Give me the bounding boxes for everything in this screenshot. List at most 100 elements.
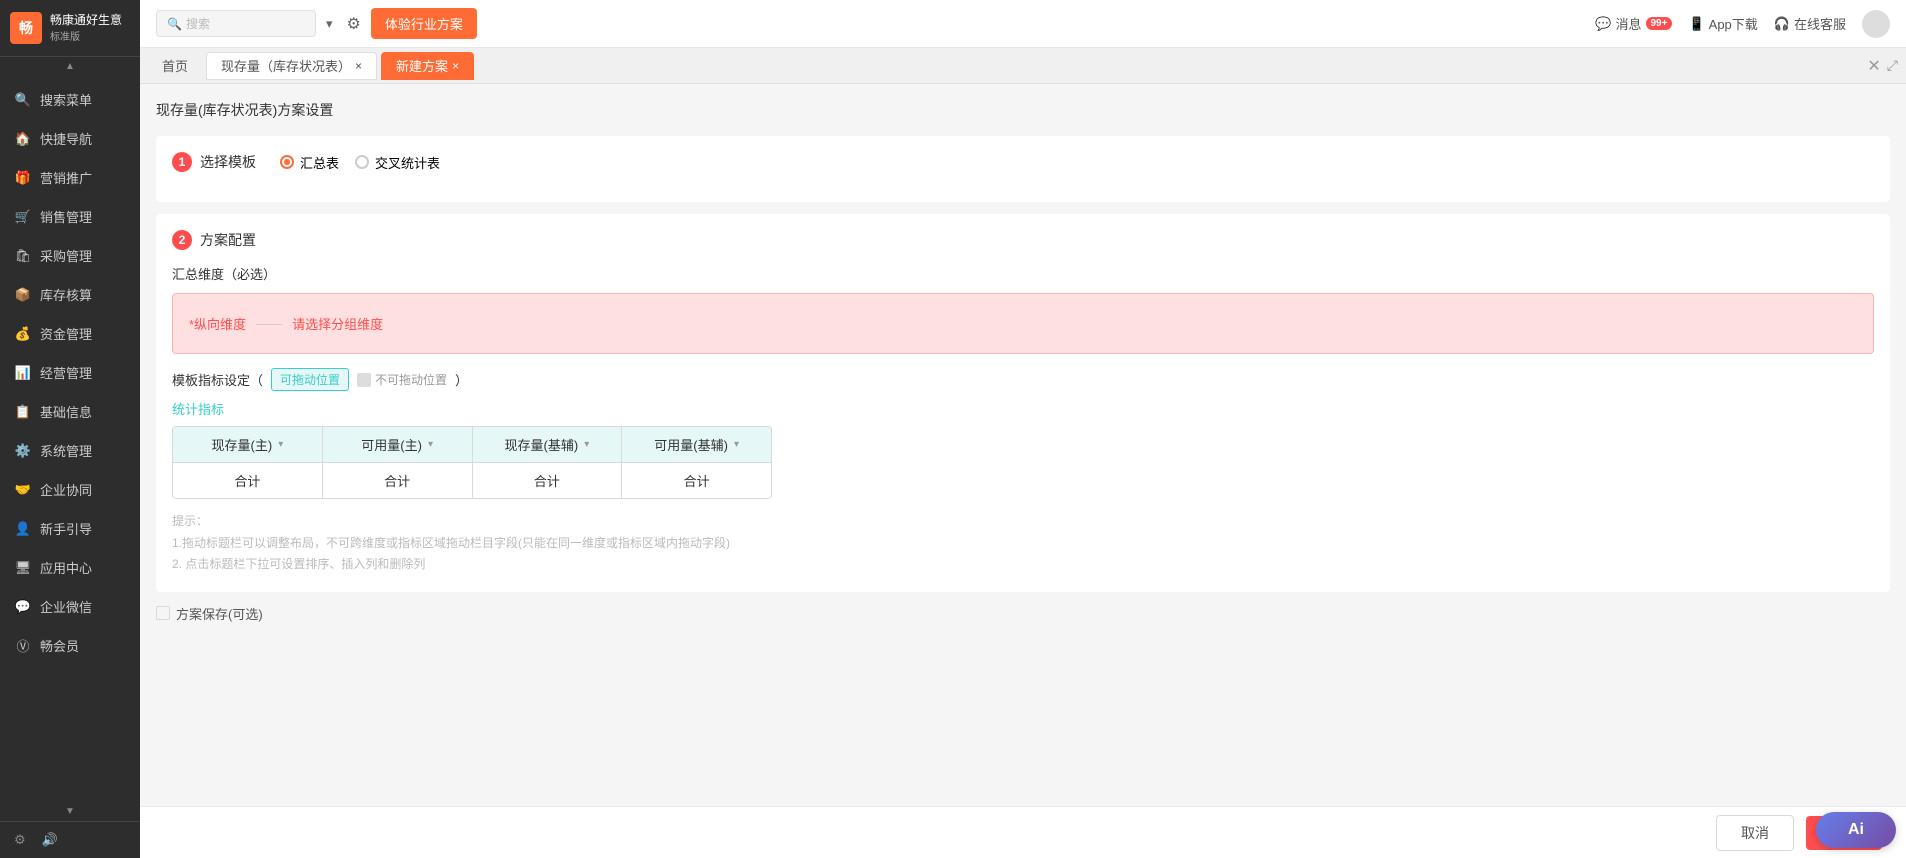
tip-item-1: 2. 点击标题栏下拉可设置排序、插入列和删除列: [172, 554, 1874, 576]
online-service-label: 在线客服: [1794, 14, 1846, 33]
sidebar-bottom: ⚙ 🔊: [0, 821, 140, 858]
chart-icon: 📊: [14, 364, 32, 382]
sidebar-item-purchase[interactable]: 🛍 采购管理: [0, 236, 140, 275]
message-btn[interactable]: 💬 消息 99+: [1595, 14, 1672, 33]
stats-cell-0-3: 合计: [622, 463, 771, 498]
dimension-label: *纵向维度: [189, 314, 246, 333]
gear-icon: ⚙️: [14, 442, 32, 460]
sidebar-item-basic[interactable]: 📋 基础信息: [0, 392, 140, 431]
tab-new-scheme[interactable]: 新建方案 ×: [381, 52, 474, 80]
stats-col-1: 可用量(主) ▾: [323, 427, 473, 462]
sidebar-scroll-up[interactable]: ▲: [0, 57, 140, 76]
step2-badge: 2: [172, 230, 192, 250]
sidebar-label-sales: 销售管理: [40, 207, 92, 226]
sidebar-item-marketing[interactable]: 🎁 营销推广: [0, 158, 140, 197]
gift-icon: 🎁: [14, 169, 32, 187]
online-service-btn[interactable]: 🎧 在线客服: [1774, 14, 1846, 33]
stats-col-label-3: 可用量(基辅): [654, 435, 728, 454]
sidebar-nav: 🔍 搜索菜单 🏠 快捷导航 🎁 营销推广 🛒 销售管理 🛍 采购管理 📦 库存核…: [0, 76, 140, 802]
radio-dot-summary: [280, 155, 294, 169]
tips-section: 提示： 1.拖动标题栏可以调整布局，不可跨维度或指标区域拖动栏目字段(只能在同一…: [172, 511, 1874, 576]
speaker-icon[interactable]: 🔊: [42, 832, 58, 848]
sidebar-label-quicknav: 快捷导航: [40, 129, 92, 148]
step2-title: 方案配置: [200, 230, 256, 250]
close-window-btn[interactable]: ✕: [1867, 56, 1880, 76]
sidebar-item-search[interactable]: 🔍 搜索菜单: [0, 80, 140, 119]
step1-section: 1 选择模板 汇总表 交叉统计表: [156, 136, 1890, 202]
wallet-icon: 💰: [14, 325, 32, 343]
indicator-settings-label: 模板指标设定（ 可拖动位置 不可拖动位置 ）: [172, 368, 1874, 391]
stats-cell-0-1: 合计: [323, 463, 473, 498]
sidebar-label-appcenter: 应用中心: [40, 558, 92, 577]
search-placeholder: 搜索: [186, 15, 210, 32]
message-label: 消息: [1615, 14, 1641, 33]
stats-cell-0-2: 合计: [473, 463, 623, 498]
tab-inventory-status[interactable]: 现存量（库存状况表） ×: [206, 52, 377, 80]
step1-badge: 1: [172, 152, 192, 172]
handshake-icon: 🤝: [14, 481, 32, 499]
save-checkbox[interactable]: [156, 606, 170, 620]
sidebar-scroll-down[interactable]: ▼: [0, 802, 140, 821]
user-avatar[interactable]: [1862, 10, 1890, 38]
sidebar-item-system[interactable]: ⚙️ 系统管理: [0, 431, 140, 470]
app-download-btn[interactable]: 📱 App下载: [1688, 14, 1757, 33]
indicator-settings-title: 模板指标设定（: [172, 370, 263, 389]
stats-col-arrow-2[interactable]: ▾: [584, 439, 589, 450]
expand-btn[interactable]: ⤢: [1887, 57, 1898, 74]
sidebar-item-guide[interactable]: 👤 新手引导: [0, 509, 140, 548]
step1-title: 选择模板: [200, 152, 256, 172]
dropdown-arrow-icon: ▾: [326, 16, 333, 32]
sidebar-label-cooperation: 企业协同: [40, 480, 92, 499]
sidebar: 畅 畅康通好生意 标准版 ▲ 🔍 搜索菜单 🏠 快捷导航 🎁 营销推广 🛒 销售…: [0, 0, 140, 858]
ai-label: Ai: [1848, 821, 1864, 839]
settings-icon[interactable]: ⚙: [14, 832, 26, 848]
sidebar-item-appcenter[interactable]: 🖥 应用中心: [0, 548, 140, 587]
radio-summary[interactable]: 汇总表: [280, 153, 339, 172]
logo-icon: 畅: [10, 12, 42, 44]
dropdown-trigger[interactable]: ▾: [326, 16, 333, 32]
inventory-tab-close[interactable]: ×: [355, 59, 362, 73]
sidebar-label-inventory: 库存核算: [40, 285, 92, 304]
dimension-placeholder: 请选择分组维度: [292, 314, 383, 333]
dimension-area[interactable]: *纵向维度 —— 请选择分组维度: [172, 293, 1874, 354]
sidebar-item-operations[interactable]: 📊 经营管理: [0, 353, 140, 392]
sidebar-item-inventory[interactable]: 📦 库存核算: [0, 275, 140, 314]
ai-float-button[interactable]: Ai: [1816, 812, 1896, 848]
v-icon: Ⓥ: [14, 637, 32, 655]
stats-table-header: 现存量(主) ▾ 可用量(主) ▾ 现存量(基辅) ▾ 可用量(基辅): [173, 427, 771, 462]
bag-icon: 🛍: [14, 247, 32, 265]
new-scheme-tab-close[interactable]: ×: [452, 59, 459, 73]
radio-label-cross: 交叉统计表: [375, 153, 440, 172]
topbar-right: 💬 消息 99+ 📱 App下载 🎧 在线客服: [1595, 10, 1890, 38]
settings-btn[interactable]: ⚙: [347, 14, 361, 34]
radio-dot-cross: [355, 155, 369, 169]
sidebar-item-wechat[interactable]: 💬 企业微信: [0, 587, 140, 626]
stats-col-3: 可用量(基辅) ▾: [622, 427, 771, 462]
stats-col-arrow-3[interactable]: ▾: [734, 439, 739, 450]
tabs-bar: 首页 现存量（库存状况表） × 新建方案 × ✕ ⤢: [140, 48, 1906, 84]
stats-col-label-2: 现存量(基辅): [505, 435, 579, 454]
save-label: 方案保存(可选): [176, 604, 263, 623]
stats-col-arrow-1[interactable]: ▾: [428, 439, 433, 450]
sidebar-item-cooperation[interactable]: 🤝 企业协同: [0, 470, 140, 509]
tips-title: 提示：: [172, 514, 208, 528]
search-box[interactable]: 🔍 搜索: [156, 10, 316, 37]
sidebar-label-member: 畅会员: [40, 636, 79, 655]
stats-col-arrow-0[interactable]: ▾: [278, 439, 283, 450]
sidebar-item-quicknav[interactable]: 🏠 快捷导航: [0, 119, 140, 158]
sidebar-label-purchase: 采购管理: [40, 246, 92, 265]
sidebar-item-sales[interactable]: 🛒 销售管理: [0, 197, 140, 236]
indicator-settings: 模板指标设定（ 可拖动位置 不可拖动位置 ） 统计指标 现存量(主) ▾: [172, 368, 1874, 499]
sidebar-item-finance[interactable]: 💰 资金管理: [0, 314, 140, 353]
industry-btn[interactable]: 体验行业方案: [371, 8, 477, 39]
app-download-label: App下载: [1709, 14, 1758, 33]
message-badge: 99+: [1646, 17, 1673, 30]
tab-home[interactable]: 首页: [148, 52, 202, 80]
sidebar-item-member[interactable]: Ⓥ 畅会员: [0, 626, 140, 665]
headset-icon: 🎧: [1774, 16, 1790, 32]
shopping-icon: 🛒: [14, 208, 32, 226]
dimension-title: 汇总维度（必选）: [172, 264, 1874, 283]
radio-cross[interactable]: 交叉统计表: [355, 153, 440, 172]
cancel-button[interactable]: 取消: [1716, 815, 1794, 851]
new-scheme-tab-label: 新建方案: [396, 56, 448, 75]
